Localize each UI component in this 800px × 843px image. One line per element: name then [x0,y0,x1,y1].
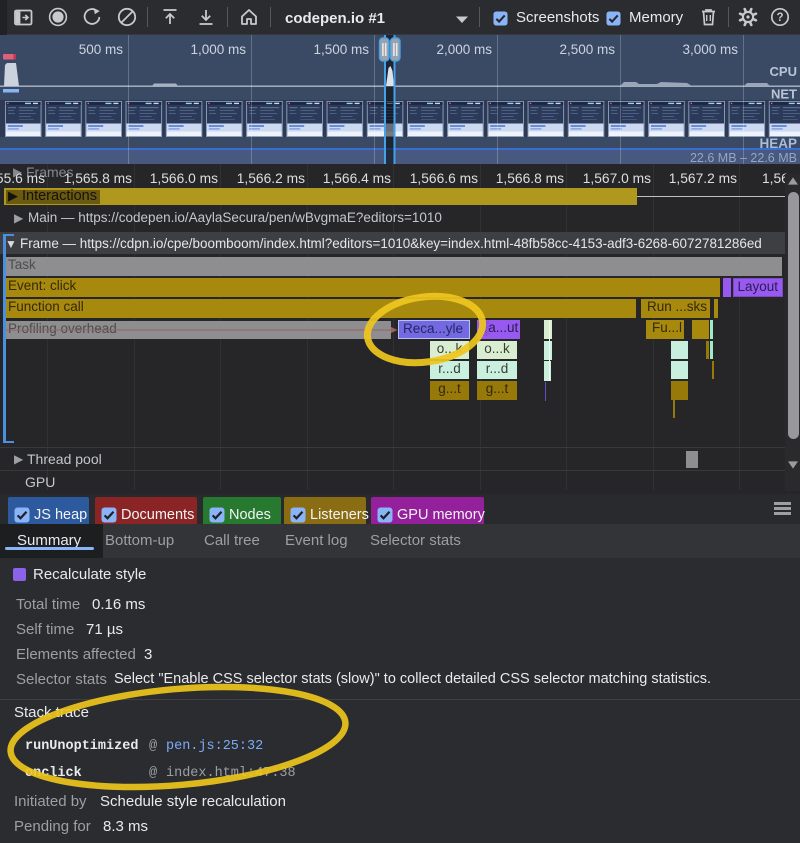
svg-text:NET: NET [771,87,797,102]
svg-text:22.6 MB – 22.6 MB: 22.6 MB – 22.6 MB [690,151,797,164]
svg-text:1,000 ms: 1,000 ms [190,42,246,57]
svg-text:?: ? [776,12,783,24]
svg-text:2,000 ms: 2,000 ms [436,42,492,57]
svg-text:2,500 ms: 2,500 ms [559,42,615,57]
svg-text:3,000 ms: 3,000 ms [682,42,738,57]
svg-text:1,500 ms: 1,500 ms [313,42,369,57]
svg-text:CPU: CPU [770,64,797,79]
svg-text:500 ms: 500 ms [79,42,124,57]
svg-text:HEAP: HEAP [759,136,797,151]
